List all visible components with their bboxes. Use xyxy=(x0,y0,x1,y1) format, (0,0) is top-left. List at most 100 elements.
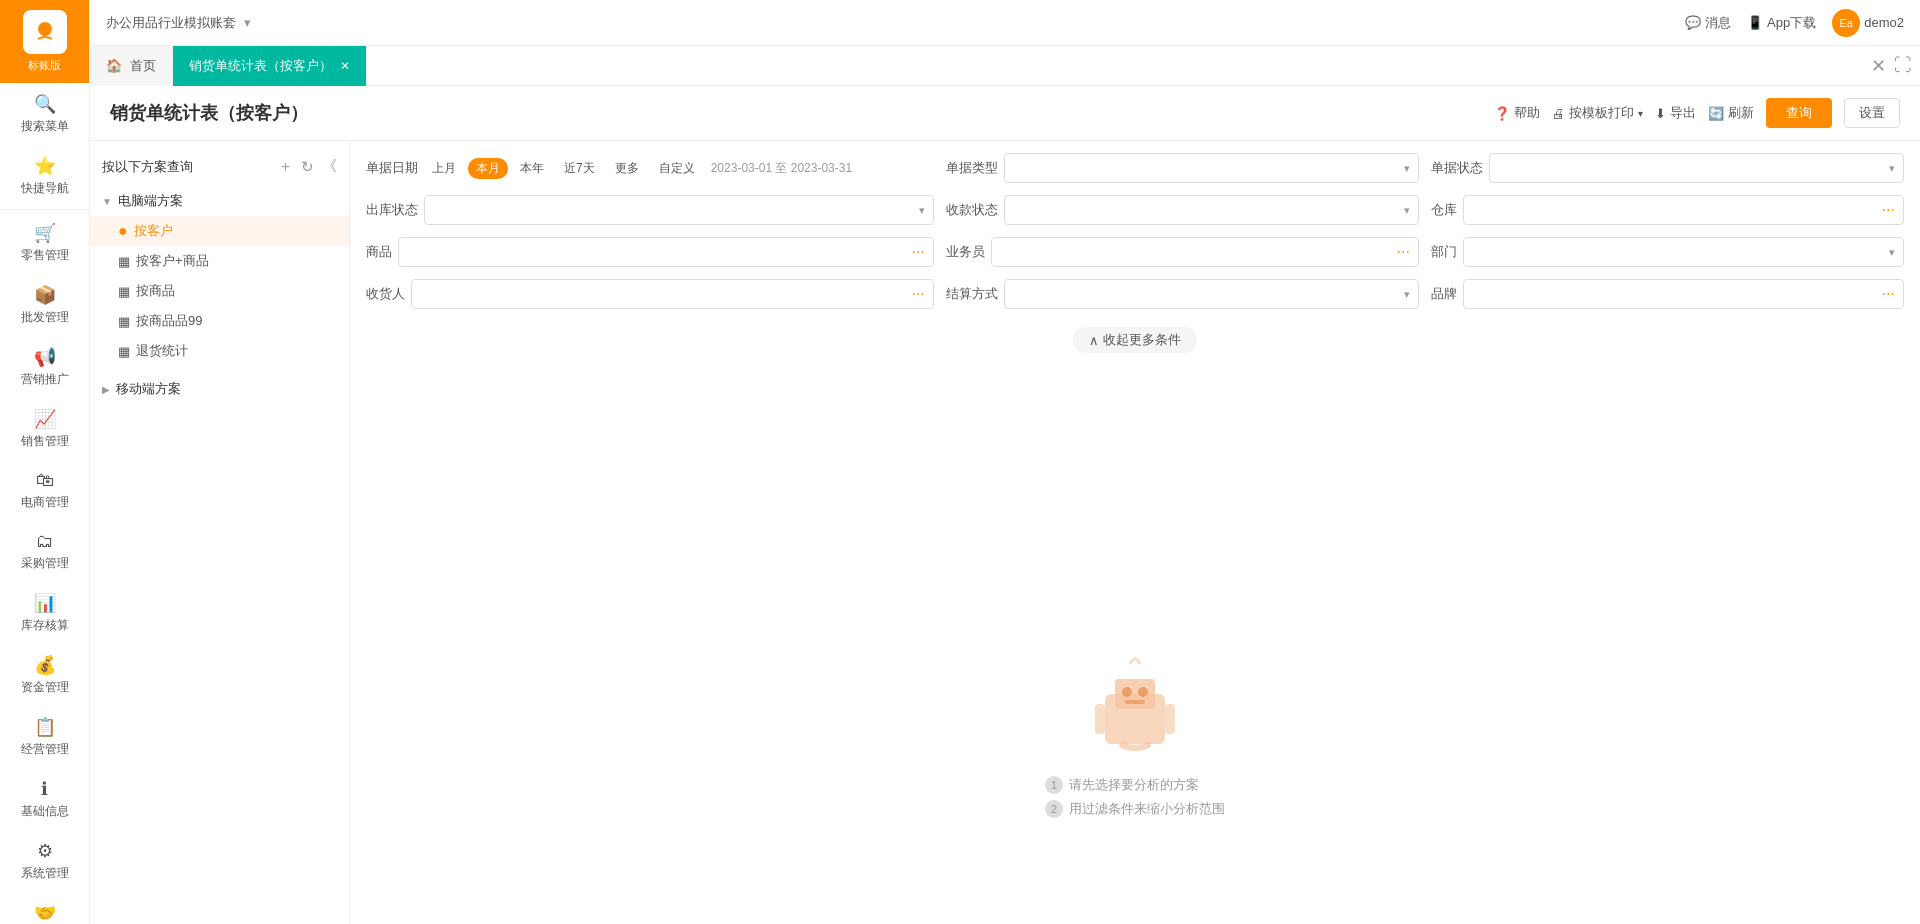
sidebar-item-quicknav[interactable]: ⭐ 快捷导航 xyxy=(0,145,89,207)
header-dropdown-icon[interactable]: ▾ xyxy=(244,15,251,30)
sidebar-item-basic[interactable]: ℹ 基础信息 xyxy=(0,768,89,830)
sidebar-item-sales[interactable]: 📈 销售管理 xyxy=(0,398,89,460)
receive-status-label: 收款状态 xyxy=(946,201,998,219)
salesman-select[interactable]: ··· xyxy=(991,237,1419,267)
goods-dots-icon[interactable]: ··· xyxy=(911,243,924,261)
logo-text: 标账版 xyxy=(28,58,61,73)
receiver-dots-icon[interactable]: ··· xyxy=(911,285,924,303)
settlement-label: 结算方式 xyxy=(946,285,998,303)
warehouse-select[interactable]: ··· xyxy=(1463,195,1904,225)
scheme-item-by-goods[interactable]: ▦ 按商品 xyxy=(90,276,349,306)
empty-illustration xyxy=(1075,644,1195,764)
sales-icon: 📈 xyxy=(34,408,56,430)
date-tab-this-year[interactable]: 本年 xyxy=(512,158,552,179)
scheme-section-desktop-header[interactable]: ▼ 电脑端方案 xyxy=(90,186,349,216)
filter-goods-item: 商品 ··· xyxy=(366,237,934,267)
brand-select[interactable]: ··· xyxy=(1463,279,1904,309)
order-type-select[interactable]: ▾ xyxy=(1004,153,1419,183)
sidebar-item-operations[interactable]: 📋 经营管理 xyxy=(0,706,89,768)
scheme-header-icons: ＋ ↻ 《 xyxy=(278,157,337,176)
goods-label: 商品 xyxy=(366,243,392,261)
sidebar-item-ecommerce[interactable]: 🛍 电商管理 xyxy=(0,460,89,521)
operations-icon: 📋 xyxy=(34,716,56,738)
message-button[interactable]: 💬 消息 xyxy=(1685,14,1731,32)
sidebar-item-wholesale[interactable]: 📦 批发管理 xyxy=(0,274,89,336)
date-range-display: 2023-03-01 至 2023-03-31 xyxy=(711,160,852,177)
order-status-select[interactable]: ▾ xyxy=(1489,153,1904,183)
date-label: 单据日期 xyxy=(366,159,418,177)
date-tab-last7[interactable]: 近7天 xyxy=(556,158,603,179)
print-dropdown-icon: ▾ xyxy=(1638,108,1643,119)
scheme-header: 按以下方案查询 ＋ ↻ 《 xyxy=(90,151,349,182)
settlement-select[interactable]: ▾ xyxy=(1004,279,1419,309)
cooperation-icon: 🤝 xyxy=(34,902,56,924)
wholesale-icon: 📦 xyxy=(34,284,56,306)
filter-data-area: 单据日期 上月 本月 本年 近7天 更多 自定义 20 xyxy=(350,141,1920,924)
refresh-button[interactable]: 🔄 刷新 xyxy=(1708,104,1754,122)
receive-status-select[interactable]: ▾ xyxy=(1004,195,1419,225)
sidebar-item-finance[interactable]: 💰 资金管理 xyxy=(0,644,89,706)
receiver-select[interactable]: ··· xyxy=(411,279,934,309)
date-tab-last-month[interactable]: 上月 xyxy=(424,158,464,179)
scheme-item-return-stat[interactable]: ▦ 退货统计 xyxy=(90,336,349,366)
help-button[interactable]: ❓ 帮助 xyxy=(1494,104,1540,122)
download-icon: 📱 xyxy=(1747,15,1763,30)
page-title-bar: 销货单统计表（按客户） ❓ 帮助 🖨 按模板打印 ▾ ⬇ 导出 🔄 刷新 xyxy=(90,86,1920,141)
scheme-item-customer-goods[interactable]: ▦ 按客户+商品 xyxy=(90,246,349,276)
scheme-item-by-goods-99[interactable]: ▦ 按商品品99 xyxy=(90,306,349,336)
page-title: 销货单统计表（按客户） xyxy=(110,101,308,125)
brand-dots-icon[interactable]: ··· xyxy=(1882,285,1895,303)
salesman-dots-icon[interactable]: ··· xyxy=(1397,243,1410,261)
filter-date-item: 单据日期 上月 本月 本年 近7天 更多 自定义 20 xyxy=(366,158,934,179)
tab-close-icon[interactable]: ✕ xyxy=(340,59,350,73)
scheme-refresh-icon[interactable]: ↻ xyxy=(301,158,314,176)
main-area: 办公用品行业模拟账套 ▾ 💬 消息 📱 App下载 Ea demo2 🏠 首页 xyxy=(90,0,1920,924)
filter-warehouse-item: 仓库 ··· xyxy=(1431,195,1904,225)
filter-settlement-item: 结算方式 ▾ xyxy=(946,279,1419,309)
settlement-arrow-icon: ▾ xyxy=(1404,288,1410,301)
sidebar-item-inventory[interactable]: 📊 库存核算 xyxy=(0,582,89,644)
header-right: 💬 消息 📱 App下载 Ea demo2 xyxy=(1685,9,1904,37)
date-tabs: 上月 本月 本年 近7天 更多 自定义 xyxy=(424,158,703,179)
goods-select[interactable]: ··· xyxy=(398,237,934,267)
filter-brand-item: 品牌 ··· xyxy=(1431,279,1904,309)
search-icon: 🔍 xyxy=(34,93,56,115)
sidebar-item-purchase[interactable]: 🗂 采购管理 xyxy=(0,521,89,582)
scheme-section-mobile-header[interactable]: ▶ 移动端方案 xyxy=(90,374,349,404)
tab-maximize-icon[interactable]: ⛶ xyxy=(1894,55,1912,76)
svg-rect-7 xyxy=(1165,704,1175,734)
settings-button[interactable]: 设置 xyxy=(1844,98,1900,128)
sidebar-item-search[interactable]: 🔍 搜索菜单 xyxy=(0,83,89,145)
department-select[interactable]: ▾ xyxy=(1463,237,1904,267)
tab-sales-stat[interactable]: 销货单统计表（按客户） ✕ xyxy=(173,46,367,86)
sidebar-item-retail[interactable]: 🛒 零售管理 xyxy=(0,212,89,274)
order-type-arrow-icon: ▾ xyxy=(1404,162,1410,175)
print-button[interactable]: 🖨 按模板打印 ▾ xyxy=(1552,104,1643,122)
scheme-section-mobile: ▶ 移动端方案 xyxy=(90,370,349,408)
marketing-icon: 📢 xyxy=(34,346,56,368)
user-avatar-area[interactable]: Ea demo2 xyxy=(1832,9,1904,37)
scheme-add-icon[interactable]: ＋ xyxy=(278,157,293,176)
query-button[interactable]: 查询 xyxy=(1766,98,1832,128)
scheme-panel: 按以下方案查询 ＋ ↻ 《 ▼ 电脑端方案 ● 按客户 xyxy=(90,141,350,924)
tab-close-window-icon[interactable]: ✕ xyxy=(1871,55,1886,77)
scheme-collapse-icon[interactable]: 《 xyxy=(322,157,337,176)
svg-rect-6 xyxy=(1095,704,1105,734)
tab-home[interactable]: 🏠 首页 xyxy=(90,46,173,86)
section-arrow-down-icon: ▼ xyxy=(102,196,112,207)
scheme-item-by-customer[interactable]: ● 按客户 xyxy=(90,216,349,246)
scheme-header-title: 按以下方案查询 xyxy=(102,158,193,176)
system-icon: ⚙ xyxy=(37,840,53,862)
warehouse-dots-icon[interactable]: ··· xyxy=(1882,201,1895,219)
out-status-select[interactable]: ▾ xyxy=(424,195,934,225)
export-button[interactable]: ⬇ 导出 xyxy=(1655,104,1696,122)
date-tab-more[interactable]: 更多 xyxy=(607,158,647,179)
collapse-button[interactable]: ∧ 收起更多条件 xyxy=(1073,327,1197,353)
sidebar-item-system[interactable]: ⚙ 系统管理 xyxy=(0,830,89,892)
refresh-icon: 🔄 xyxy=(1708,106,1724,121)
date-tab-custom[interactable]: 自定义 xyxy=(651,158,703,179)
sidebar-item-cooperation[interactable]: 🤝 企业协同 xyxy=(0,892,89,924)
sidebar-item-marketing[interactable]: 📢 营销推广 xyxy=(0,336,89,398)
app-download-button[interactable]: 📱 App下载 xyxy=(1747,14,1816,32)
date-tab-this-month[interactable]: 本月 xyxy=(468,158,508,179)
